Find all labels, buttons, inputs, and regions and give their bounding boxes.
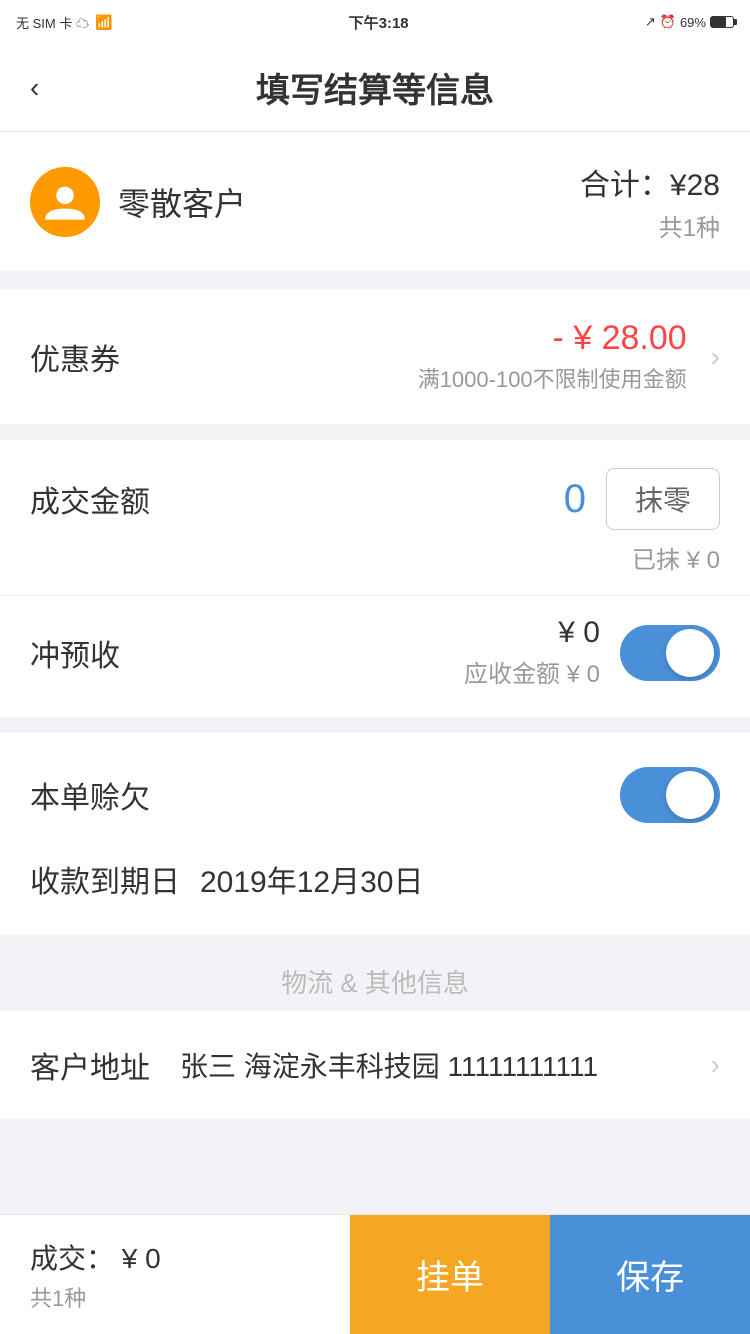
transaction-label: 成交金额 xyxy=(30,477,150,521)
logistics-label: 物流 & 其他信息 xyxy=(281,963,469,1000)
already-zeroed-text: 已抹 ¥ 0 xyxy=(0,540,750,595)
debit-row: 本单赊欠 xyxy=(0,733,750,857)
location-icon: ↗ xyxy=(645,14,656,30)
address-chevron-icon: › xyxy=(711,1049,720,1081)
bottom-deal-text: 成交： ¥ 0 xyxy=(30,1237,320,1277)
coupon-chevron-icon: › xyxy=(711,341,720,373)
hang-button[interactable]: 挂单 xyxy=(350,1215,550,1334)
amount-row: 成交金额 0 抹零 xyxy=(0,440,750,540)
coupon-value-area: - ¥ 28.00 满1000-100不限制使用金额 › xyxy=(418,319,720,394)
coupon-desc: 满1000-100不限制使用金额 xyxy=(418,362,687,394)
pre-collection-label: 冲预收 xyxy=(30,631,120,675)
deal-label: 成交： xyxy=(30,1243,114,1274)
nav-bar: ‹ 填写结算等信息 xyxy=(0,44,750,132)
divider-2 xyxy=(0,424,750,440)
customer-row: 零散客户 合计：¥28 共1种 xyxy=(0,132,750,271)
bottom-bar: 成交： ¥ 0 共1种 挂单 保存 xyxy=(0,1214,750,1334)
amount-input-area: 0 抹零 xyxy=(546,468,720,530)
coupon-amount: - ¥ 28.00 xyxy=(418,319,687,358)
pre-collection-right: ¥ 0 应收金额 ¥ 0 xyxy=(464,616,720,689)
bottom-summary: 成交： ¥ 0 共1种 xyxy=(0,1237,350,1313)
pre-collection-toggle[interactable] xyxy=(620,625,720,681)
coupon-row[interactable]: 优惠券 - ¥ 28.00 满1000-100不限制使用金额 › xyxy=(0,289,750,424)
deal-amount: ¥ 0 xyxy=(122,1243,161,1274)
amount-section: 成交金额 0 抹零 已抹 ¥ 0 冲预收 ¥ 0 应收金额 ¥ 0 xyxy=(0,440,750,717)
toggle-thumb xyxy=(666,629,714,677)
battery-text: 69% xyxy=(680,15,706,30)
round-button[interactable]: 抹零 xyxy=(606,468,720,530)
bottom-buttons: 挂单 保存 xyxy=(350,1215,750,1334)
wifi-icon: 📶 xyxy=(95,14,112,31)
avatar xyxy=(30,167,100,237)
back-button[interactable]: ‹ xyxy=(20,62,49,114)
address-value: 张三 海淀永丰科技园 11111111111 xyxy=(180,1045,681,1085)
person-icon xyxy=(43,180,87,224)
divider-3 xyxy=(0,717,750,733)
debit-toggle[interactable] xyxy=(620,767,720,823)
pre-amount-sub: 应收金额 ¥ 0 xyxy=(464,654,600,689)
bottom-count-text: 共1种 xyxy=(30,1281,320,1313)
summary-total: 合计：¥28 xyxy=(580,160,720,204)
status-left: 无 SIM 卡 ☁ 📶 xyxy=(16,13,112,32)
customer-left: 零散客户 xyxy=(30,167,246,237)
debit-toggle-thumb xyxy=(666,771,714,819)
due-date-row: 收款到期日 2019年12月30日 xyxy=(0,857,750,935)
pre-collection-row: 冲预收 ¥ 0 应收金额 ¥ 0 xyxy=(0,595,750,717)
coupon-section: 优惠券 - ¥ 28.00 满1000-100不限制使用金额 › xyxy=(0,289,750,424)
pre-amounts: ¥ 0 应收金额 ¥ 0 xyxy=(464,616,600,689)
status-bar: 无 SIM 卡 ☁ 📶 下午3:18 ↗ ⏰ 69% xyxy=(0,0,750,44)
pre-amount-main: ¥ 0 xyxy=(464,616,600,650)
address-section: 客户地址 张三 海淀永丰科技园 11111111111 › xyxy=(0,1011,750,1119)
address-label: 客户地址 xyxy=(30,1043,150,1087)
status-time: 下午3:18 xyxy=(349,12,409,33)
coupon-right: - ¥ 28.00 满1000-100不限制使用金额 xyxy=(418,319,687,394)
debit-section: 本单赊欠 收款到期日 2019年12月30日 xyxy=(0,733,750,935)
transaction-value[interactable]: 0 xyxy=(546,477,586,522)
page-title: 填写结算等信息 xyxy=(256,63,494,112)
due-date-label: 收款到期日 xyxy=(30,857,180,901)
no-sim-text: 无 SIM 卡 ☁ xyxy=(16,13,89,32)
save-button[interactable]: 保存 xyxy=(550,1215,750,1334)
alarm-icon: ⏰ xyxy=(660,14,676,30)
status-right: ↗ ⏰ 69% xyxy=(645,14,734,30)
main-content: 零散客户 合计：¥28 共1种 优惠券 - ¥ 28.00 满1000-100不… xyxy=(0,132,750,1255)
due-date-value[interactable]: 2019年12月30日 xyxy=(200,857,423,901)
coupon-label: 优惠券 xyxy=(30,335,120,379)
divider-1 xyxy=(0,273,750,289)
logistics-divider: 物流 & 其他信息 xyxy=(0,951,750,1011)
summary-count: 共1种 xyxy=(580,208,720,243)
debit-label: 本单赊欠 xyxy=(30,773,150,817)
customer-summary: 合计：¥28 共1种 xyxy=(580,160,720,243)
address-row[interactable]: 客户地址 张三 海淀永丰科技园 11111111111 › xyxy=(0,1011,750,1119)
battery-icon xyxy=(710,16,734,28)
customer-name: 零散客户 xyxy=(118,179,246,225)
